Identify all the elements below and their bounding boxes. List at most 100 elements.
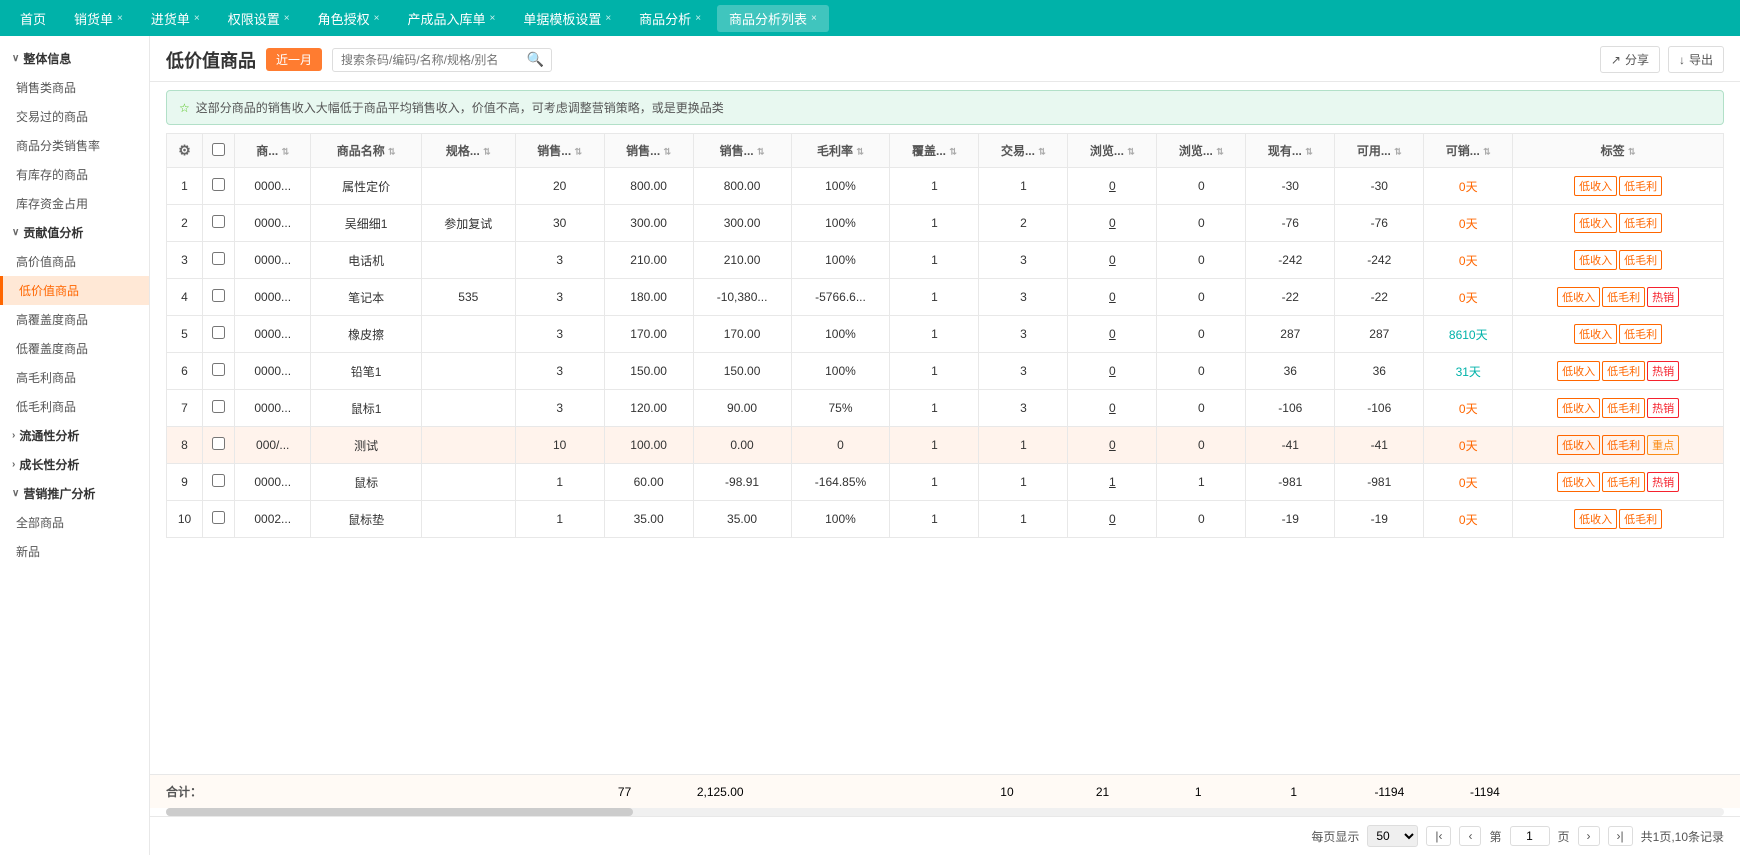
sidebar-item-低覆盖度商品[interactable]: 低覆盖度商品 xyxy=(0,334,149,363)
th-view2[interactable]: 浏览... ⇅ xyxy=(1157,134,1246,168)
row-tags: 低收入低毛利 xyxy=(1513,205,1724,242)
last-page-button[interactable]: ›| xyxy=(1608,826,1633,846)
row-view1[interactable]: 0 xyxy=(1068,353,1157,390)
header-actions: ↗ 分享 ↓ 导出 xyxy=(1600,46,1724,73)
row-view1[interactable]: 0 xyxy=(1068,205,1157,242)
nav-close-icon[interactable]: × xyxy=(117,13,123,24)
row-select-checkbox[interactable] xyxy=(212,252,225,265)
row-select-checkbox[interactable] xyxy=(212,215,225,228)
sidebar-section-整体信息[interactable]: ∨整体信息 xyxy=(0,44,149,73)
th-name[interactable]: 商品名称 ⇅ xyxy=(311,134,422,168)
filter-recent-month-button[interactable]: 近一月 xyxy=(266,48,322,71)
th-view1[interactable]: 浏览... ⇅ xyxy=(1068,134,1157,168)
row-checkbox[interactable] xyxy=(203,316,235,353)
page-size-select[interactable]: 50 100 200 xyxy=(1367,825,1418,847)
row-view1[interactable]: 0 xyxy=(1068,427,1157,464)
th-available[interactable]: 可用... ⇅ xyxy=(1335,134,1424,168)
sidebar-item-低价值商品[interactable]: 低价值商品 xyxy=(0,276,149,305)
th-spec[interactable]: 规格... ⇅ xyxy=(421,134,515,168)
search-input[interactable] xyxy=(332,48,552,72)
row-view1[interactable]: 0 xyxy=(1068,242,1157,279)
row-select-checkbox[interactable] xyxy=(212,363,225,376)
row-select-checkbox[interactable] xyxy=(212,511,225,524)
export-button[interactable]: ↓ 导出 xyxy=(1668,46,1724,73)
row-select-checkbox[interactable] xyxy=(212,178,225,191)
row-checkbox[interactable] xyxy=(203,464,235,501)
th-sale-avg[interactable]: 销售... ⇅ xyxy=(693,134,791,168)
sidebar-item-有库存的商品[interactable]: 有库存的商品 xyxy=(0,160,149,189)
page-input[interactable] xyxy=(1510,826,1550,846)
row-view2: 0 xyxy=(1157,168,1246,205)
row-select-checkbox[interactable] xyxy=(212,400,225,413)
nav-item-产成品入库单[interactable]: 产成品入库单× xyxy=(395,5,507,32)
nav-close-icon[interactable]: × xyxy=(811,13,817,24)
sidebar-item-低毛利商品[interactable]: 低毛利商品 xyxy=(0,392,149,421)
row-checkbox[interactable] xyxy=(203,353,235,390)
row-view1[interactable]: 0 xyxy=(1068,168,1157,205)
sidebar-item-库存资金占用[interactable]: 库存资金占用 xyxy=(0,189,149,218)
first-page-button[interactable]: |‹ xyxy=(1426,826,1451,846)
nav-close-icon[interactable]: × xyxy=(489,13,495,24)
row-select-checkbox[interactable] xyxy=(212,326,225,339)
select-all-checkbox[interactable] xyxy=(212,143,225,156)
row-select-checkbox[interactable] xyxy=(212,289,225,302)
sidebar-item-高覆盖度商品[interactable]: 高覆盖度商品 xyxy=(0,305,149,334)
share-button[interactable]: ↗ 分享 xyxy=(1600,46,1660,73)
nav-close-icon[interactable]: × xyxy=(194,13,200,24)
sidebar-section-成长性分析[interactable]: ›成长性分析 xyxy=(0,450,149,479)
row-checkbox[interactable] xyxy=(203,242,235,279)
sidebar-item-全部商品[interactable]: 全部商品 xyxy=(0,508,149,537)
sidebar-item-高价值商品[interactable]: 高价值商品 xyxy=(0,247,149,276)
row-view1[interactable]: 1 xyxy=(1068,464,1157,501)
sidebar-item-销售类商品[interactable]: 销售类商品 xyxy=(0,73,149,102)
gear-header[interactable]: ⚙ xyxy=(167,134,203,168)
row-checkbox[interactable] xyxy=(203,168,235,205)
th-coverage[interactable]: 覆盖... ⇅ xyxy=(890,134,979,168)
row-trade: 1 xyxy=(979,501,1068,538)
next-page-button[interactable]: › xyxy=(1578,826,1600,846)
checkbox-header[interactable] xyxy=(203,134,235,168)
row-select-checkbox[interactable] xyxy=(212,437,225,450)
row-checkbox[interactable] xyxy=(203,427,235,464)
th-saleable[interactable]: 可销... ⇅ xyxy=(1424,134,1513,168)
th-sale-qty[interactable]: 销售... ⇅ xyxy=(515,134,604,168)
nav-item-销货单[interactable]: 销货单× xyxy=(62,5,135,32)
row-checkbox[interactable] xyxy=(203,279,235,316)
nav-close-icon[interactable]: × xyxy=(284,13,290,24)
sidebar-section-营销推广分析[interactable]: ∨营销推广分析 xyxy=(0,479,149,508)
sidebar-section-流通性分析[interactable]: ›流通性分析 xyxy=(0,421,149,450)
th-current[interactable]: 现有... ⇅ xyxy=(1246,134,1335,168)
nav-item-权限设置[interactable]: 权限设置× xyxy=(216,5,302,32)
nav-item-首页[interactable]: 首页 xyxy=(8,5,58,32)
nav-item-单据模板设置[interactable]: 单据模板设置× xyxy=(511,5,623,32)
prev-page-button[interactable]: ‹ xyxy=(1459,826,1481,846)
nav-close-icon[interactable]: × xyxy=(374,13,380,24)
row-view1[interactable]: 0 xyxy=(1068,501,1157,538)
th-code[interactable]: 商... ⇅ xyxy=(235,134,311,168)
nav-item-角色授权[interactable]: 角色授权× xyxy=(306,5,392,32)
sidebar-item-新品[interactable]: 新品 xyxy=(0,537,149,566)
row-view1[interactable]: 0 xyxy=(1068,390,1157,427)
settings-icon[interactable]: ⚙ xyxy=(178,142,191,158)
row-select-checkbox[interactable] xyxy=(212,474,225,487)
th-sale-amount[interactable]: 销售... ⇅ xyxy=(604,134,693,168)
th-tags[interactable]: 标签 ⇅ xyxy=(1513,134,1724,168)
row-view1[interactable]: 0 xyxy=(1068,279,1157,316)
row-checkbox[interactable] xyxy=(203,205,235,242)
nav-close-icon[interactable]: × xyxy=(605,13,611,24)
row-view1[interactable]: 0 xyxy=(1068,316,1157,353)
sidebar-section-贡献值分析[interactable]: ∨贡献值分析 xyxy=(0,218,149,247)
sidebar-item-高毛利商品[interactable]: 高毛利商品 xyxy=(0,363,149,392)
nav-item-商品分析列表[interactable]: 商品分析列表× xyxy=(717,5,829,32)
nav-item-商品分析[interactable]: 商品分析× xyxy=(627,5,713,32)
th-margin[interactable]: 毛利率 ⇅ xyxy=(791,134,890,168)
th-trade[interactable]: 交易... ⇅ xyxy=(979,134,1068,168)
row-checkbox[interactable] xyxy=(203,390,235,427)
tag: 重点 xyxy=(1647,435,1679,455)
nav-close-icon[interactable]: × xyxy=(695,13,701,24)
row-sale-qty: 20 xyxy=(515,168,604,205)
row-checkbox[interactable] xyxy=(203,501,235,538)
sidebar-item-商品分类销售率[interactable]: 商品分类销售率 xyxy=(0,131,149,160)
nav-item-进货单[interactable]: 进货单× xyxy=(139,5,212,32)
sidebar-item-交易过的商品[interactable]: 交易过的商品 xyxy=(0,102,149,131)
